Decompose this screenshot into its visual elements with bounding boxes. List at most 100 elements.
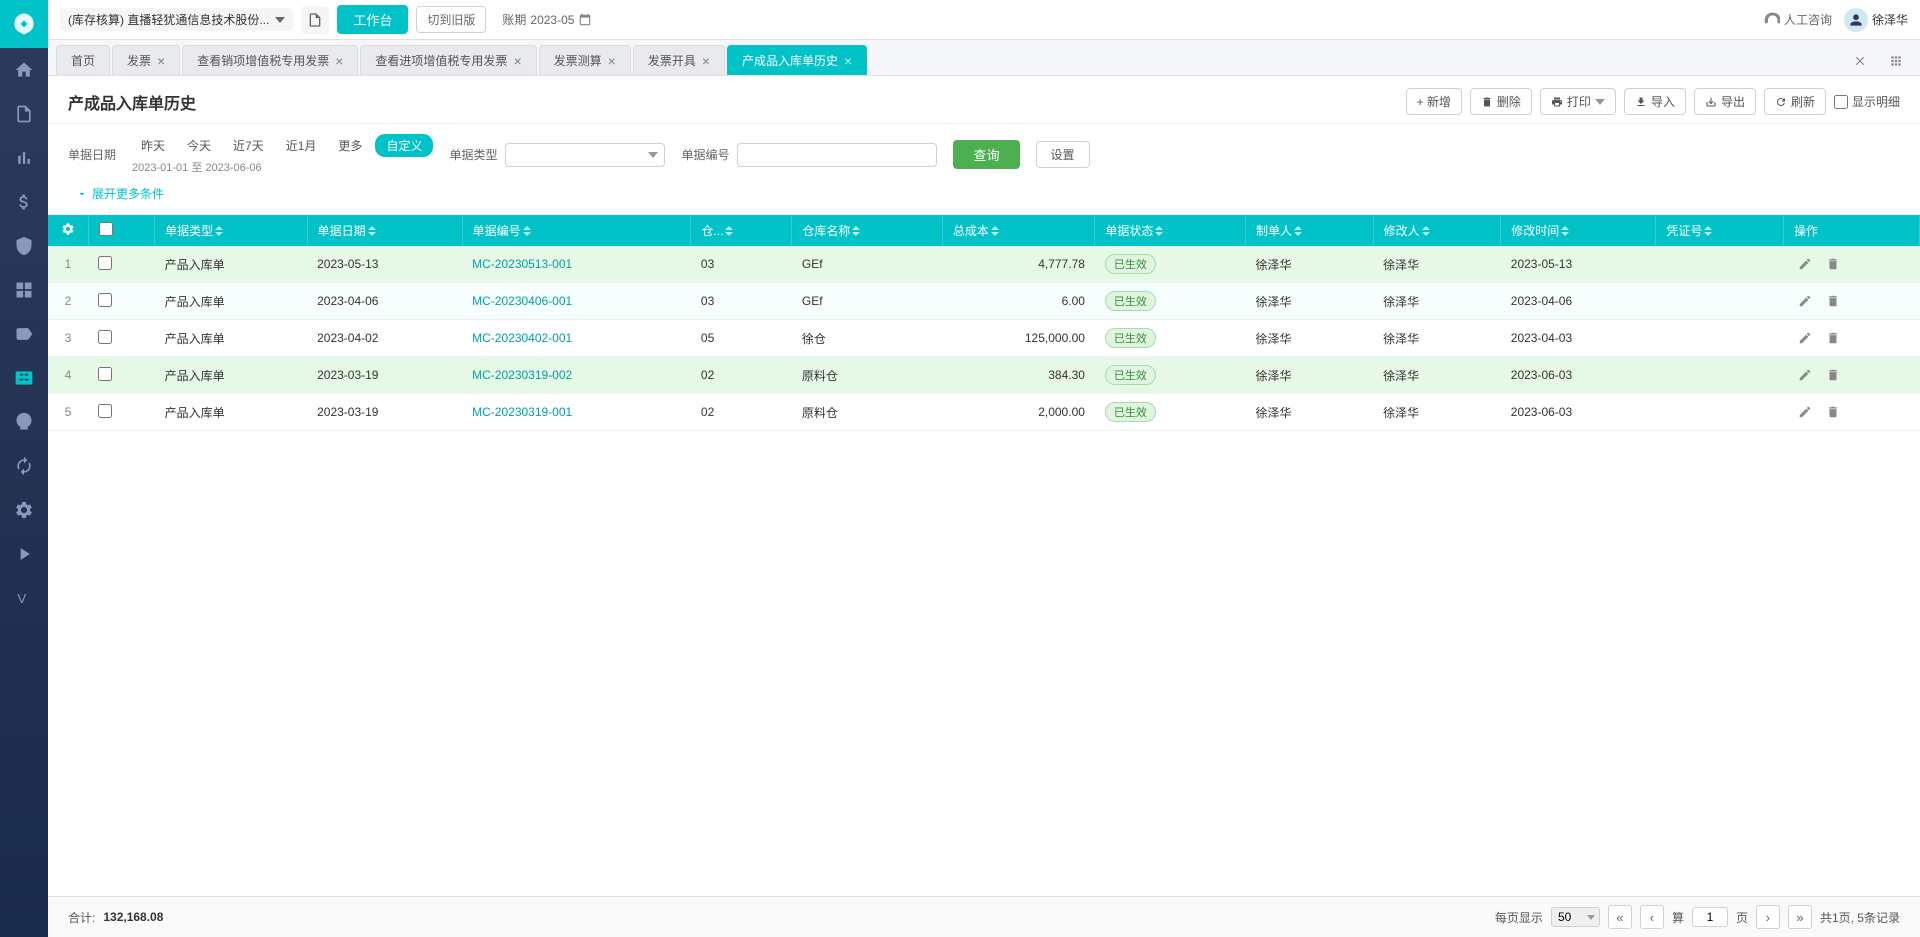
col-select-all[interactable] [88,215,155,246]
workbench-button[interactable]: 工作台 [337,5,408,34]
delete-row-button[interactable] [1821,400,1845,424]
edit-icon [1798,405,1812,419]
delete-row-button[interactable] [1821,326,1845,350]
row-total-cost: 125,000.00 [942,320,1095,357]
row-operations [1783,246,1919,283]
delete-row-button[interactable] [1821,363,1845,387]
sidebar-item-chart[interactable] [0,136,48,180]
per-page-select[interactable]: 50 100 200 [1551,907,1600,927]
tab-product-history[interactable]: 产成品入库单历史 × [727,45,867,75]
delete-row-button[interactable] [1821,289,1845,313]
row-creator: 徐泽华 [1245,246,1373,283]
prev-page-button[interactable]: ‹ [1640,905,1664,929]
date-today[interactable]: 今天 [178,134,220,157]
expand-more-button[interactable]: 展开更多条件 [68,183,1900,204]
import-button[interactable]: 导入 [1624,88,1686,115]
last-page-button[interactable]: » [1788,905,1812,929]
row-date: 2023-05-13 [307,246,462,283]
tab-purchase-invoice[interactable]: 查看进项增值税专用发票 × [360,45,536,75]
sidebar-item-inventory[interactable] [0,356,48,400]
date-yesterday[interactable]: 昨天 [132,134,174,157]
sidebar-item-play[interactable] [0,532,48,576]
number-filter-input[interactable] [737,143,937,167]
edit-button[interactable] [1793,363,1817,387]
user-menu[interactable]: 徐泽华 [1844,8,1908,32]
row-number-link[interactable]: MC-20230402-001 [472,331,572,345]
tab-purchase-invoice-close[interactable]: × [513,54,521,68]
date-7days[interactable]: 近7天 [224,134,273,157]
row-number[interactable]: MC-20230319-002 [462,357,691,394]
tab-maximize-button[interactable] [1882,47,1910,75]
row-creator: 徐泽华 [1245,394,1373,431]
row-select-checkbox[interactable] [98,256,112,270]
row-number-link[interactable]: MC-20230319-001 [472,405,572,419]
settings-col-header[interactable] [48,215,88,246]
sidebar-item-home[interactable] [0,48,48,92]
sidebar-item-tag[interactable] [0,312,48,356]
type-filter-select[interactable] [505,143,665,167]
row-checkbox[interactable] [88,283,155,320]
row-number[interactable]: MC-20230319-001 [462,394,691,431]
edit-button[interactable] [1793,326,1817,350]
doc-button[interactable] [301,6,329,34]
page-input[interactable] [1692,907,1728,927]
tab-invoice-open[interactable]: 发票开具 × [633,45,725,75]
row-number-link[interactable]: MC-20230406-001 [472,294,572,308]
next-page-button[interactable]: › [1756,905,1780,929]
delete-row-button[interactable] [1821,252,1845,276]
date-custom[interactable]: 自定义 [375,134,433,157]
row-number[interactable]: MC-20230513-001 [462,246,691,283]
sidebar-item-money[interactable] [0,180,48,224]
date-more[interactable]: 更多 [329,134,371,157]
row-checkbox[interactable] [88,246,155,283]
select-all-checkbox[interactable] [99,222,113,236]
query-button[interactable]: 查询 [953,140,1019,169]
tab-close-all-button[interactable] [1846,47,1874,75]
sidebar-item-settings[interactable] [0,488,48,532]
tab-sales-invoice-close[interactable]: × [335,54,343,68]
sidebar-item-stamp[interactable] [0,400,48,444]
show-detail-checkbox[interactable] [1834,95,1848,109]
service-button[interactable]: 人工咨询 [1764,11,1832,28]
sidebar-item-refresh[interactable] [0,444,48,488]
export-button[interactable]: 导出 [1694,88,1756,115]
show-detail-toggle[interactable]: 显示明细 [1834,93,1900,110]
row-number-link[interactable]: MC-20230513-001 [472,257,572,271]
edit-button[interactable] [1793,252,1817,276]
row-select-checkbox[interactable] [98,330,112,344]
sidebar-item-documents[interactable] [0,92,48,136]
row-checkbox[interactable] [88,357,155,394]
row-number[interactable]: MC-20230406-001 [462,283,691,320]
delete-button[interactable]: 删除 [1470,88,1532,115]
refresh-button[interactable]: 刷新 [1764,88,1826,115]
tab-invoice-open-close[interactable]: × [702,54,710,68]
row-select-checkbox[interactable] [98,367,112,381]
tab-invoice-calc-close[interactable]: × [608,54,616,68]
tab-product-history-close[interactable]: × [844,54,852,68]
row-no: 3 [48,320,88,357]
date-1month[interactable]: 近1月 [277,134,326,157]
sidebar-item-grid[interactable] [0,268,48,312]
row-number[interactable]: MC-20230402-001 [462,320,691,357]
tab-sales-invoice[interactable]: 查看销项增值税专用发票 × [182,45,358,75]
row-checkbox[interactable] [88,394,155,431]
edit-button[interactable] [1793,289,1817,313]
old-version-button[interactable]: 切到旧版 [416,6,486,33]
row-number-link[interactable]: MC-20230319-002 [472,368,572,382]
tab-invoice[interactable]: 发票 × [112,45,180,75]
sidebar-item-security[interactable] [0,224,48,268]
tab-home[interactable]: 首页 [56,45,110,75]
first-page-button[interactable]: « [1608,905,1632,929]
app-selector[interactable]: (库存核算) 直播轻犹通信息技术股份... [60,8,293,31]
sidebar-item-version[interactable]: V [0,576,48,620]
row-checkbox[interactable] [88,320,155,357]
tab-invoice-close[interactable]: × [157,54,165,68]
row-select-checkbox[interactable] [98,404,112,418]
new-button[interactable]: + 新增 [1406,88,1462,115]
settings-button[interactable]: 设置 [1036,141,1090,168]
tabbar-right-actions [1846,47,1920,75]
tab-invoice-calc[interactable]: 发票测算 × [539,45,631,75]
edit-button[interactable] [1793,400,1817,424]
print-button[interactable]: 打印 [1540,88,1616,115]
row-select-checkbox[interactable] [98,293,112,307]
